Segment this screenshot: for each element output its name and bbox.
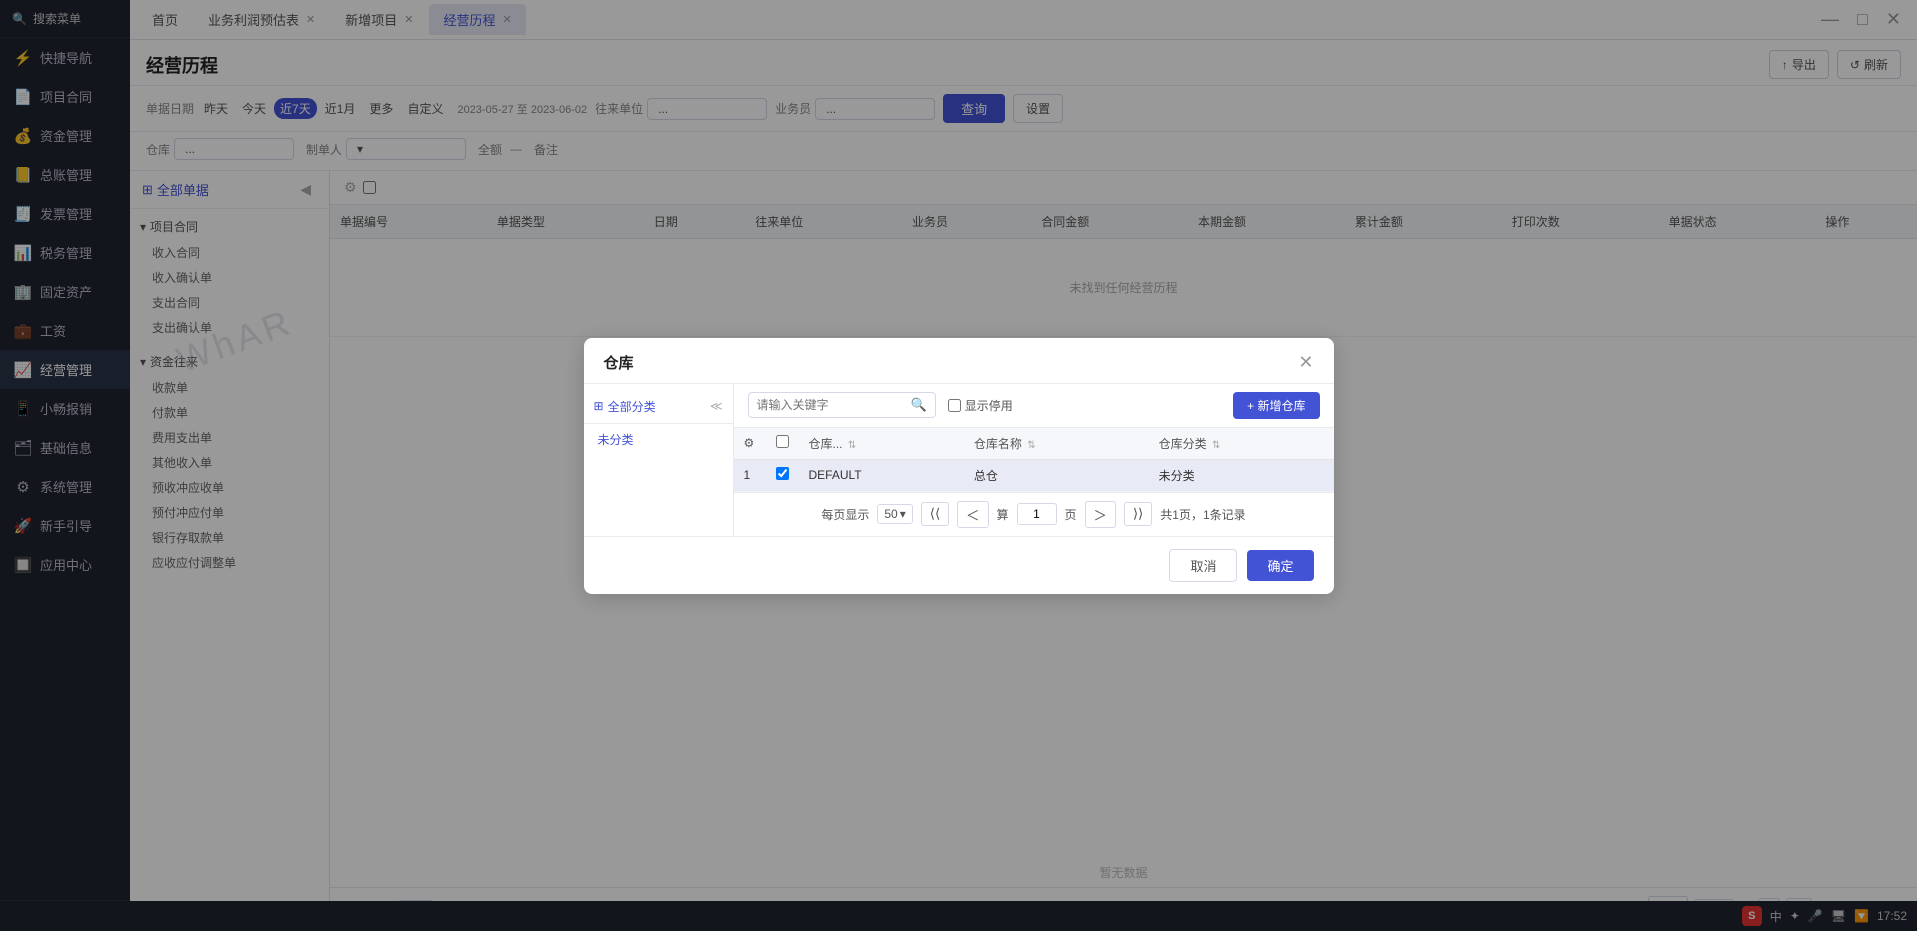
col-warehouse-code: 仓库... ⇅ <box>799 428 964 460</box>
modal-prev-page[interactable]: ＜ <box>957 501 988 528</box>
modal-title: 仓库 <box>604 352 634 373</box>
modal-toolbar: 🔍 显示停用 + 新增仓库 <box>734 384 1334 428</box>
cancel-button[interactable]: 取消 <box>1169 549 1237 582</box>
modal-table: ⚙ 仓库... ⇅ 仓库名称 ⇅ <box>734 428 1334 492</box>
grid-icon2: ⊞ <box>594 399 604 413</box>
modal-pagination: 每页显示 50 ▾ ⟨⟨ ＜ 算 页 ＞ ⟩⟩ 共1页，1条记录 <box>734 492 1334 536</box>
modal-search-icon: 🔍 <box>911 397 927 413</box>
modal-close-icon[interactable]: ✕ <box>1298 353 1313 371</box>
row-name: 总仓 <box>964 459 1149 491</box>
modal-search-box[interactable]: 🔍 <box>748 392 936 418</box>
modal-left-header: ⊞ 全部分类 ≪ <box>584 392 733 421</box>
all-category-label[interactable]: ⊞ 全部分类 <box>594 398 656 415</box>
row-code: DEFAULT <box>799 459 964 491</box>
modal-overlay[interactable]: 仓库 ✕ ⊞ 全部分类 ≪ 未分类 <box>0 0 1917 931</box>
modal-left-item-uncategorized[interactable]: 未分类 <box>584 426 733 453</box>
col-checkbox <box>766 428 799 460</box>
modal-per-page-arrow: ▾ <box>900 507 906 521</box>
col-warehouse-name: 仓库名称 ⇅ <box>964 428 1149 460</box>
modal-last-page[interactable]: ⟩⟩ <box>1124 502 1152 526</box>
sort-cat-icon: ⇅ <box>1212 440 1220 451</box>
modal-footer: 取消 确定 <box>584 536 1334 594</box>
show-disabled-checkbox[interactable] <box>948 399 961 412</box>
select-all-warehouse[interactable] <box>776 435 789 448</box>
sort-name-icon: ⇅ <box>1027 440 1035 451</box>
add-warehouse-button[interactable]: + 新增仓库 <box>1233 392 1319 419</box>
modal-per-page-label: 每页显示 <box>821 506 869 523</box>
row-select-checkbox[interactable] <box>776 467 789 480</box>
row-id: 1 <box>734 459 766 491</box>
collapse-modal-left-icon[interactable]: ≪ <box>710 399 723 413</box>
modal-page-suffix: 页 <box>1065 506 1077 523</box>
col-warehouse-category: 仓库分类 ⇅ <box>1149 428 1334 460</box>
warehouse-table-head: ⚙ 仓库... ⇅ 仓库名称 ⇅ <box>734 428 1334 460</box>
modal-next-page[interactable]: ＞ <box>1085 501 1116 528</box>
modal-first-page[interactable]: ⟨⟨ <box>921 502 949 526</box>
modal-search-input[interactable] <box>757 398 907 412</box>
show-disabled-checkbox-label[interactable]: 显示停用 <box>948 397 1013 414</box>
settings-col-icon[interactable]: ⚙ <box>744 436 755 450</box>
confirm-button[interactable]: 确定 <box>1247 550 1313 581</box>
modal-page-label: 算 <box>997 506 1009 523</box>
col-settings: ⚙ <box>734 428 766 460</box>
warehouse-row-1[interactable]: 1 DEFAULT 总仓 未分类 <box>734 459 1334 491</box>
sort-code-icon: ⇅ <box>848 440 856 451</box>
warehouse-table-body: 1 DEFAULT 总仓 未分类 <box>734 459 1334 491</box>
modal-body: ⊞ 全部分类 ≪ 未分类 🔍 <box>584 384 1334 536</box>
modal-right: 🔍 显示停用 + 新增仓库 ⚙ <box>734 384 1334 536</box>
warehouse-modal: 仓库 ✕ ⊞ 全部分类 ≪ 未分类 <box>584 338 1334 594</box>
modal-total-info: 共1页，1条记录 <box>1160 506 1245 523</box>
modal-per-page-select[interactable]: 50 ▾ <box>877 504 912 524</box>
modal-left-panel: ⊞ 全部分类 ≪ 未分类 <box>584 384 734 536</box>
modal-header: 仓库 ✕ <box>584 338 1334 384</box>
modal-toolbar-left: 🔍 显示停用 <box>748 392 1013 418</box>
warehouse-table: ⚙ 仓库... ⇅ 仓库名称 ⇅ <box>734 428 1334 492</box>
modal-page-input[interactable] <box>1017 503 1057 525</box>
row-category: 未分类 <box>1149 459 1334 491</box>
divider <box>584 423 733 424</box>
row-checkbox <box>766 459 799 491</box>
